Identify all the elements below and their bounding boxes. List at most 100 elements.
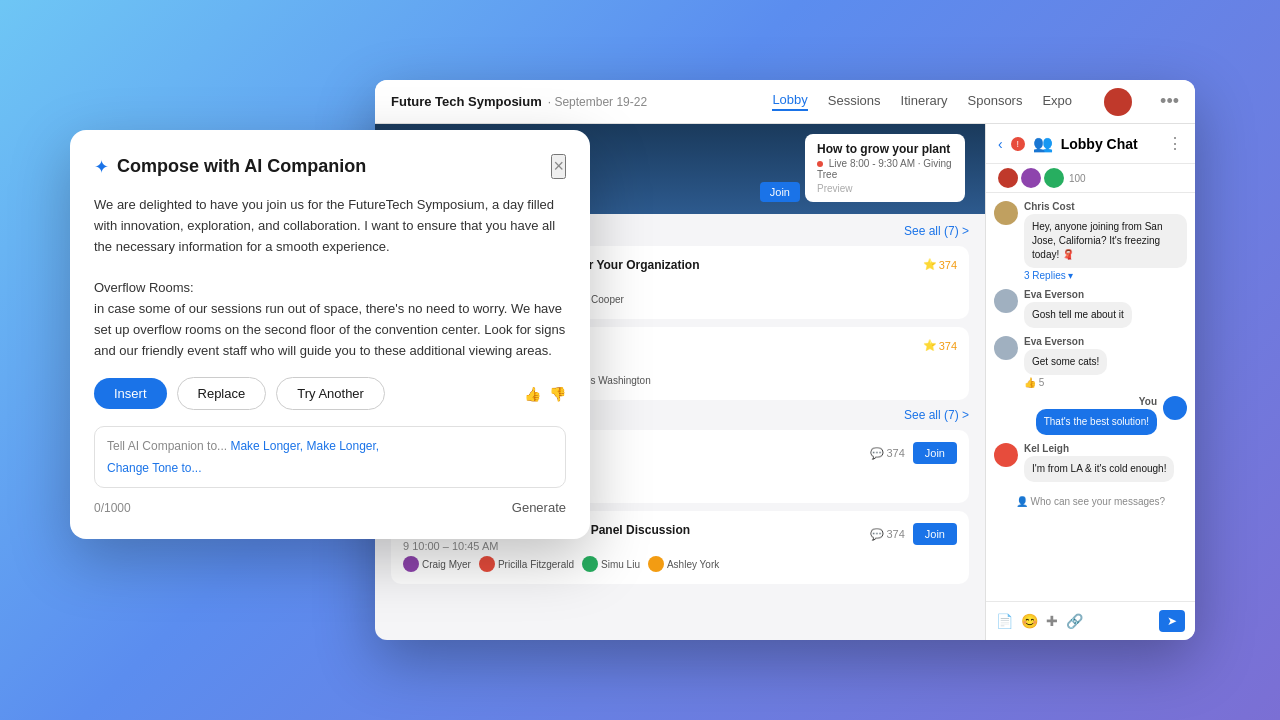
- feedback-icons: 👍 👎: [524, 386, 566, 402]
- nav-links: Lobby Sessions Itinerary Sponsors Expo •…: [772, 88, 1179, 116]
- comment-count-4: 💬374: [870, 528, 904, 541]
- chat-message-4: You That's the best solution!: [994, 396, 1187, 435]
- session-time-4: 9 10:00 – 10:45 AM: [403, 540, 870, 552]
- nav-sessions[interactable]: Sessions: [828, 93, 881, 110]
- chat-message-2: Eva Everson Gosh tell me about it: [994, 289, 1187, 328]
- chat-panel: ‹ ! 👥 Lobby Chat ⋮ 100 Chris Cost Hey,: [985, 124, 1195, 640]
- chat-messages: Chris Cost Hey, anyone joining from San …: [986, 193, 1195, 601]
- emoji-icon[interactable]: 😊: [1021, 613, 1038, 629]
- ai-companion-panel: ✦ Compose with AI Companion × We are del…: [70, 130, 590, 539]
- speaker-4b: Pricilla Fitzgerald: [479, 556, 574, 572]
- suggestion-links: Change Tone to...: [107, 461, 553, 475]
- live-indicator: [817, 161, 823, 167]
- nav-lobby[interactable]: Lobby: [772, 92, 807, 111]
- join-button-3[interactable]: Join: [913, 442, 957, 464]
- comment-count-3: 💬374: [870, 447, 904, 460]
- msg-sender-3: Eva Everson: [1024, 336, 1187, 347]
- chat-send-button[interactable]: ➤: [1159, 610, 1185, 632]
- speaker-4a: Craig Myer: [403, 556, 471, 572]
- ai-sparkle-icon: ✦: [94, 156, 109, 178]
- chat-back-button[interactable]: ‹: [998, 136, 1003, 152]
- star-count-1: ⭐374: [923, 258, 957, 271]
- suggestion-make-longer-2[interactable]: Make Longer,: [306, 439, 379, 453]
- hero-join-button[interactable]: Join: [760, 182, 800, 202]
- generate-button[interactable]: Generate: [512, 500, 566, 515]
- msg-avatar-4: [1163, 396, 1187, 420]
- chat-input-area: 📄 😊 ✚ 🔗 ➤: [986, 601, 1195, 640]
- msg-content-4: You That's the best solution!: [994, 396, 1157, 435]
- star-count-2: ⭐374: [923, 339, 957, 352]
- link-icon[interactable]: 🔗: [1066, 613, 1083, 629]
- chat-member-count: 100: [1069, 173, 1086, 184]
- ai-companion-header: ✦ Compose with AI Companion ×: [94, 154, 566, 179]
- hero-card: How to grow your plant Live 8:00 - 9:30 …: [805, 134, 965, 202]
- msg-bubble-4: That's the best solution!: [1036, 409, 1157, 435]
- msg-avatar-1: [994, 201, 1018, 225]
- msg-avatar-5: [994, 443, 1018, 467]
- ai-footer: 0/1000 Generate: [94, 500, 566, 515]
- chat-more-button[interactable]: ⋮: [1167, 134, 1183, 153]
- session-speakers-4: Craig Myer Pricilla Fitzgerald Simu Liu: [403, 556, 870, 572]
- msg-content-5: Kel Leigh I'm from LA & it's cold enough…: [1024, 443, 1187, 482]
- speaker-4d: Ashley York: [648, 556, 719, 572]
- hero-card-title: How to grow your plant: [817, 142, 953, 156]
- suggestion-make-longer-1[interactable]: Make Longer,: [230, 439, 303, 453]
- chat-title: Lobby Chat: [1061, 136, 1159, 152]
- msg-bubble-2: Gosh tell me about it: [1024, 302, 1132, 328]
- ai-action-buttons: Insert Replace Try Another 👍 👎: [94, 377, 566, 410]
- session-actions-1: ⭐374: [923, 258, 957, 271]
- msg-sender-4: You: [994, 396, 1157, 407]
- file-icon[interactable]: 📄: [996, 613, 1013, 629]
- msg-bubble-1: Hey, anyone joining from San Jose, Calif…: [1024, 214, 1187, 268]
- msg-avatar-2: [994, 289, 1018, 313]
- ai-companion-title: Compose with AI Companion: [117, 156, 551, 177]
- plus-icon[interactable]: ✚: [1046, 613, 1058, 629]
- msg-sender-1: Chris Cost: [1024, 201, 1187, 212]
- hero-card-sub: Live 8:00 - 9:30 AM · Giving Tree: [817, 158, 953, 180]
- msg-avatar-3: [994, 336, 1018, 360]
- hero-card-preview: Preview: [817, 183, 953, 194]
- chat-avatar-2: [1021, 168, 1041, 188]
- ai-generated-text: We are delighted to have you join us for…: [94, 195, 566, 361]
- chat-message-1: Chris Cost Hey, anyone joining from San …: [994, 201, 1187, 281]
- chat-notification-badge: !: [1011, 137, 1025, 151]
- join-button-4[interactable]: Join: [913, 523, 957, 545]
- nav-bar: Future Tech Symposium · September 19-22 …: [375, 80, 1195, 124]
- chat-avatar-3: [1044, 168, 1064, 188]
- msg-sender-2: Eva Everson: [1024, 289, 1187, 300]
- app-title: Future Tech Symposium: [391, 94, 542, 109]
- msg-sender-5: Kel Leigh: [1024, 443, 1187, 454]
- session-actions-4: 💬374 Join: [870, 523, 957, 545]
- nav-itinerary[interactable]: Itinerary: [901, 93, 948, 110]
- chat-message-5: Kel Leigh I'm from LA & it's cold enough…: [994, 443, 1187, 482]
- msg-content-1: Chris Cost Hey, anyone joining from San …: [1024, 201, 1187, 281]
- try-another-button[interactable]: Try Another: [276, 377, 385, 410]
- replace-button[interactable]: Replace: [177, 377, 267, 410]
- session-actions-3: 💬374 Join: [870, 442, 957, 464]
- suggestion-prompt: Tell AI Companion to... Make Longer, Mak…: [107, 439, 553, 453]
- msg-content-2: Eva Everson Gosh tell me about it: [1024, 289, 1187, 328]
- suggestion-change-tone[interactable]: Change Tone to...: [107, 461, 202, 475]
- msg-content-3: Eva Everson Get some cats! 👍 5: [1024, 336, 1187, 388]
- char-count: 0/1000: [94, 501, 131, 515]
- chat-message-3: Eva Everson Get some cats! 👍 5: [994, 336, 1187, 388]
- nav-sponsors[interactable]: Sponsors: [968, 93, 1023, 110]
- chat-group-icon: 👥: [1033, 134, 1053, 153]
- ai-suggestion-area: Tell AI Companion to... Make Longer, Mak…: [94, 426, 566, 488]
- nav-more-button[interactable]: •••: [1160, 91, 1179, 112]
- who-can-see[interactable]: 👤 Who can see your messages?: [994, 490, 1187, 513]
- nav-expo[interactable]: Expo: [1042, 93, 1072, 110]
- msg-replies-1[interactable]: 3 Replies ▾: [1024, 270, 1187, 281]
- speaker-4c: Simu Liu: [582, 556, 640, 572]
- thumbs-down-button[interactable]: 👎: [549, 386, 566, 402]
- chat-avatars: 100: [986, 164, 1195, 193]
- ai-close-button[interactable]: ×: [551, 154, 566, 179]
- app-subtitle: · September 19-22: [548, 95, 647, 109]
- thumbs-up-button[interactable]: 👍: [524, 386, 541, 402]
- session-actions-2: ⭐374: [923, 339, 957, 352]
- msg-bubble-3: Get some cats!: [1024, 349, 1107, 375]
- user-avatar[interactable]: [1104, 88, 1132, 116]
- chat-avatar-1: [998, 168, 1018, 188]
- msg-bubble-5: I'm from LA & it's cold enough!: [1024, 456, 1174, 482]
- insert-button[interactable]: Insert: [94, 378, 167, 409]
